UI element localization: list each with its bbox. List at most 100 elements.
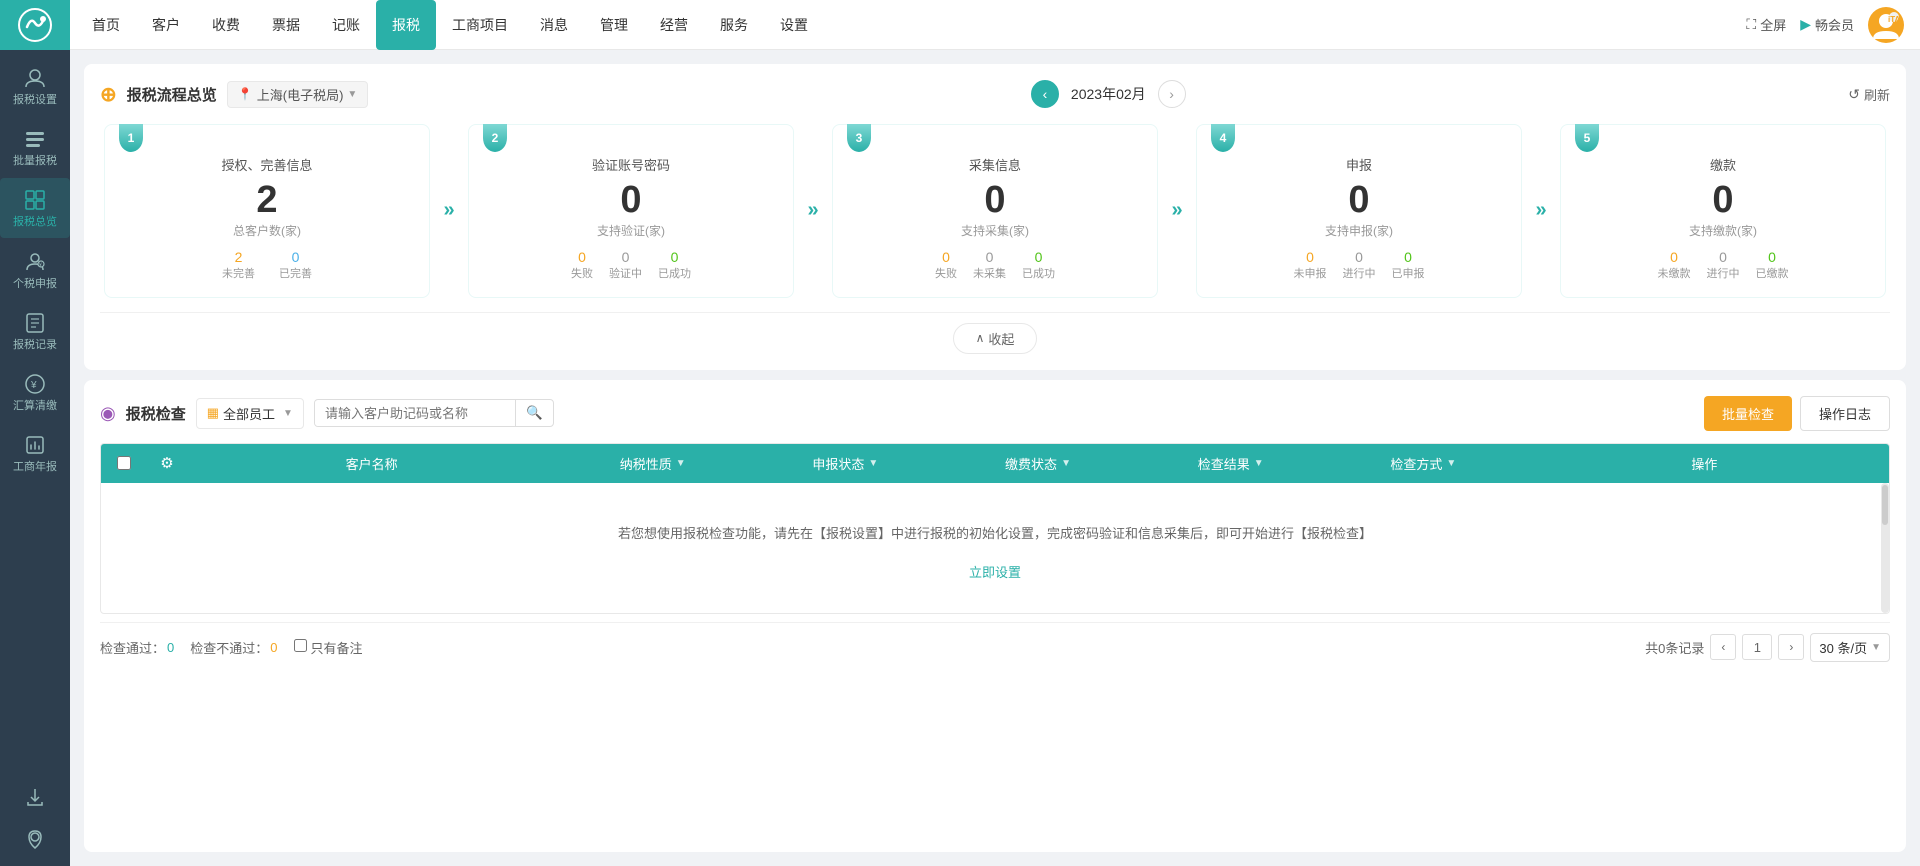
nav-item-fees[interactable]: 收费: [196, 0, 256, 50]
select-all-checkbox[interactable]: [117, 456, 131, 470]
overview-plus-icon: ⊕: [100, 82, 117, 107]
step-1-sublabel: 总客户数(家): [117, 222, 417, 239]
avatar-icon: iTA: [1868, 7, 1904, 43]
sidebar-item-annual-report[interactable]: 工商年报: [0, 423, 70, 482]
step-4-count: 0: [1209, 180, 1509, 222]
gear-icon[interactable]: ⚙: [160, 454, 173, 472]
nav-item-operations[interactable]: 经营: [644, 0, 704, 50]
collapse-button[interactable]: ∧ 收起: [953, 323, 1038, 354]
arrow-1: »: [434, 124, 464, 298]
table-footer: 检查通过： 0 检查不通过： 0 只有备注 共0条记录: [100, 622, 1890, 672]
step-1-stat-1-val: 0: [279, 249, 312, 265]
play-icon: ▶: [1800, 16, 1811, 33]
nav-item-home[interactable]: 首页: [76, 0, 136, 50]
nav-item-settings[interactable]: 设置: [764, 0, 824, 50]
step-2-stat-1-val: 0: [609, 249, 642, 265]
step-4-stat-0-label: 未申报: [1294, 265, 1327, 281]
download-icon: [24, 786, 46, 808]
step-3-stat-2-label: 已成功: [1022, 265, 1055, 281]
search-input[interactable]: [315, 401, 515, 426]
th-declare-status[interactable]: 申报状态 ▼: [749, 444, 942, 483]
scrollbar-track[interactable]: [1881, 483, 1889, 613]
step-4-sublabel: 支持申报(家): [1209, 222, 1509, 239]
th-tax-nature[interactable]: 纳税性质 ▼: [556, 444, 749, 483]
sidebar-location-icon[interactable]: [0, 818, 70, 858]
arrow-2: »: [798, 124, 828, 298]
sidebar-item-batch-tax[interactable]: 批量报税: [0, 117, 70, 176]
nav-item-bizproject[interactable]: 工商项目: [436, 0, 524, 50]
step-4-stat-1-val: 0: [1343, 249, 1376, 265]
sidebar-item-settlement[interactable]: ¥ 汇算清缴: [0, 362, 70, 421]
logo[interactable]: [0, 0, 70, 50]
th-check-method[interactable]: 检查方式 ▼: [1327, 444, 1520, 483]
vip-button[interactable]: ▶ 畅会员: [1800, 15, 1854, 34]
step-3-stat-0-val: 0: [935, 249, 957, 265]
step-3-card[interactable]: 3 采集信息 0 支持采集(家) 0 失败 0 未采集: [832, 124, 1158, 298]
step-5-count: 0: [1573, 180, 1873, 222]
sidebar-item-tax-overview[interactable]: 报税总览: [0, 178, 70, 237]
check-section: ◉ 报税检查 ▦ 全部员工 ▼ 🔍 批量检查 操作日志: [84, 380, 1906, 852]
step-5-stat-1-val: 0: [1707, 249, 1740, 265]
filter-method-icon: ▼: [1446, 458, 1456, 469]
step-2-card[interactable]: 2 验证账号密码 0 支持验证(家) 0 失败 0 验证中: [468, 124, 794, 298]
nav-item-services[interactable]: 服务: [704, 0, 764, 50]
prev-month-button[interactable]: ‹: [1031, 80, 1059, 108]
sidebar-item-tax-settings[interactable]: 报税设置: [0, 56, 70, 115]
step-5-sublabel: 支持缴款(家): [1573, 222, 1873, 239]
step-5-stat-2-val: 0: [1756, 249, 1789, 265]
step-2-stat-0-val: 0: [571, 249, 593, 265]
step-1-title: 授权、完善信息: [117, 155, 417, 174]
step-4-card[interactable]: 4 申报 0 支持申报(家) 0 未申报 0 进行中: [1196, 124, 1522, 298]
pagination: 共0条记录 ‹ 1 › 30 条/页 ▼: [1645, 633, 1890, 662]
location-icon: [24, 828, 46, 850]
avatar[interactable]: iTA: [1868, 7, 1904, 43]
nav-right: ⛶ 全屏 ▶ 畅会员 iTA: [1746, 7, 1920, 43]
search-box: 🔍: [314, 399, 554, 427]
next-page-button[interactable]: ›: [1778, 634, 1804, 660]
scrollbar-thumb[interactable]: [1882, 485, 1888, 525]
prev-page-button[interactable]: ‹: [1710, 634, 1736, 660]
location-tag[interactable]: 📍 上海(电子税局) ▼: [227, 81, 369, 108]
tax-overview-icon: [23, 188, 47, 212]
step-2-stat-1-label: 验证中: [609, 265, 642, 281]
nav-item-tax[interactable]: 报税: [376, 0, 436, 50]
nav-item-messages[interactable]: 消息: [524, 0, 584, 50]
nav-item-customers[interactable]: 客户: [136, 0, 196, 50]
filter-select[interactable]: ▦ 全部员工 ▼: [196, 398, 304, 429]
nav-item-invoices[interactable]: 票据: [256, 0, 316, 50]
nav-item-management[interactable]: 管理: [584, 0, 644, 50]
nav-item-accounting[interactable]: 记账: [316, 0, 376, 50]
month-text: 2023年02月: [1071, 84, 1146, 104]
per-page-select[interactable]: 30 条/页 ▼: [1810, 633, 1890, 662]
collapse-icon: ∧: [976, 331, 985, 345]
table: ⚙ 客户名称 纳税性质 ▼ 申报状态 ▼ 缴费状态 ▼: [100, 443, 1890, 614]
pass-count-link[interactable]: 0: [167, 640, 174, 655]
tax-settings-icon: [23, 66, 47, 90]
sidebar-item-tax-records[interactable]: 报税记录: [0, 301, 70, 360]
th-fee-status[interactable]: 缴费状态 ▼: [942, 444, 1135, 483]
step-1-card[interactable]: 1 授权、完善信息 2 总客户数(家) 2 未完善 0 已完善: [104, 124, 430, 298]
step-2-stat-2-val: 0: [658, 249, 691, 265]
step-3-stat-1-label: 未采集: [973, 265, 1006, 281]
fullscreen-button[interactable]: ⛶ 全屏: [1746, 15, 1786, 34]
search-button[interactable]: 🔍: [515, 400, 553, 426]
setup-link[interactable]: 立即设置: [969, 565, 1021, 580]
refresh-icon: ↺: [1848, 86, 1860, 103]
batch-check-button[interactable]: 批量检查: [1704, 396, 1792, 431]
operation-log-button[interactable]: 操作日志: [1800, 396, 1890, 431]
fail-count-link[interactable]: 0: [270, 640, 277, 655]
sidebar-download-icon[interactable]: [0, 776, 70, 816]
sidebar: 报税设置 批量报税 报税总览 ¥ 个税申报 报税记录: [0, 50, 70, 866]
refresh-button[interactable]: ↺ 刷新: [1848, 85, 1890, 104]
filter-icon: ▦: [207, 405, 219, 421]
next-month-button[interactable]: ›: [1158, 80, 1186, 108]
note-checkbox[interactable]: [294, 639, 307, 655]
step-4-title: 申报: [1209, 155, 1509, 174]
filter-result-icon: ▼: [1254, 458, 1264, 469]
th-check-result[interactable]: 检查结果 ▼: [1134, 444, 1327, 483]
sidebar-item-personal-tax[interactable]: ¥ 个税申报: [0, 240, 70, 299]
step-2-badge: 2: [483, 124, 507, 152]
step-5-card[interactable]: 5 缴款 0 支持缴款(家) 0 未缴款 0 进行中: [1560, 124, 1886, 298]
arrow-3: »: [1162, 124, 1192, 298]
step-1-stat-1-label: 已完善: [279, 265, 312, 281]
